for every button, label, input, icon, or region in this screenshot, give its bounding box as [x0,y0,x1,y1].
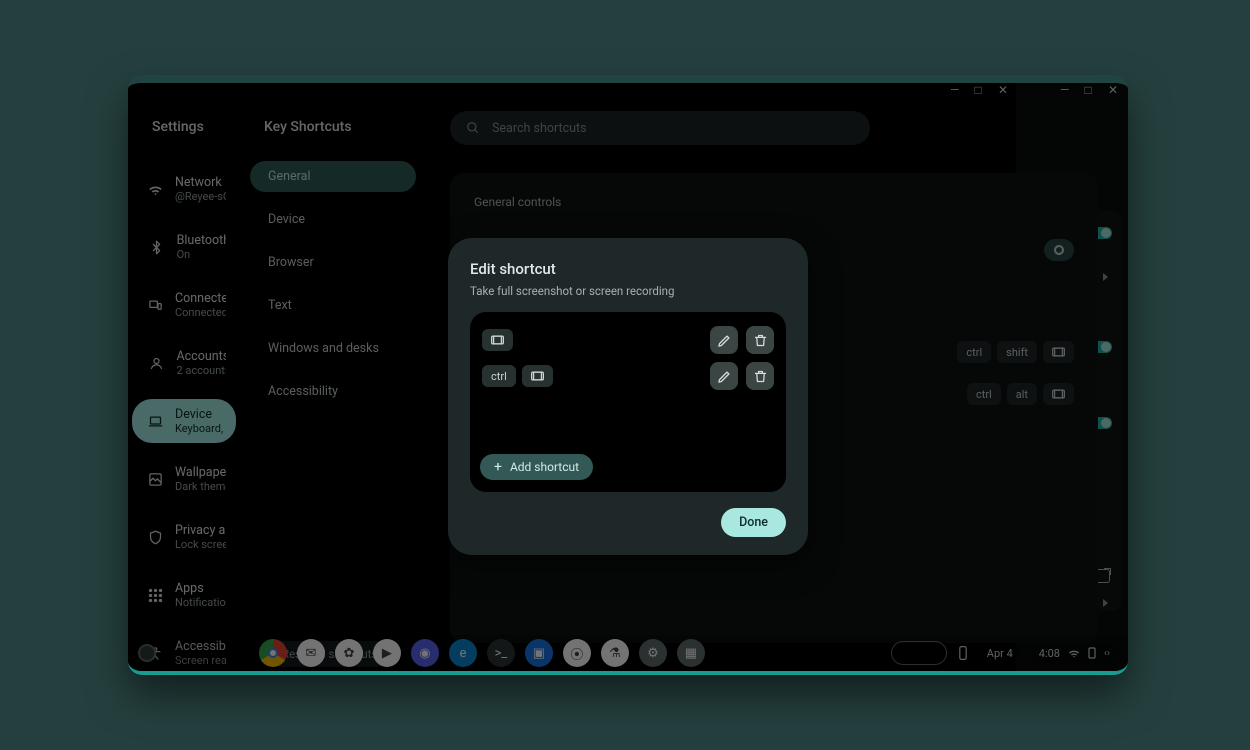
settings-window: — □ ✕ — □ ✕ Settings Network@Reyee-sC4DD… [128,75,1128,675]
edit-shortcut-button[interactable] [710,326,738,354]
done-button[interactable]: Done [721,508,786,537]
shortcut-entry [480,322,776,358]
edit-shortcut-dialog: Edit shortcut Take full screenshot or sc… [448,238,808,555]
delete-shortcut-button[interactable] [746,326,774,354]
key-overview-icon [522,365,553,387]
delete-shortcut-button[interactable] [746,362,774,390]
add-shortcut-label: Add shortcut [510,460,579,474]
key-ctrl: ctrl [482,365,516,387]
dialog-title: Edit shortcut [470,260,786,278]
add-shortcut-button[interactable]: + Add shortcut [480,454,593,480]
shortcut-entry: ctrl [480,358,776,394]
shortcut-list: ctrl + Add shortcut [470,312,786,492]
dialog-subtitle: Take full screenshot or screen recording [470,284,786,298]
key-overview-icon [482,329,513,351]
edit-shortcut-button[interactable] [710,362,738,390]
plus-icon: + [494,460,502,474]
